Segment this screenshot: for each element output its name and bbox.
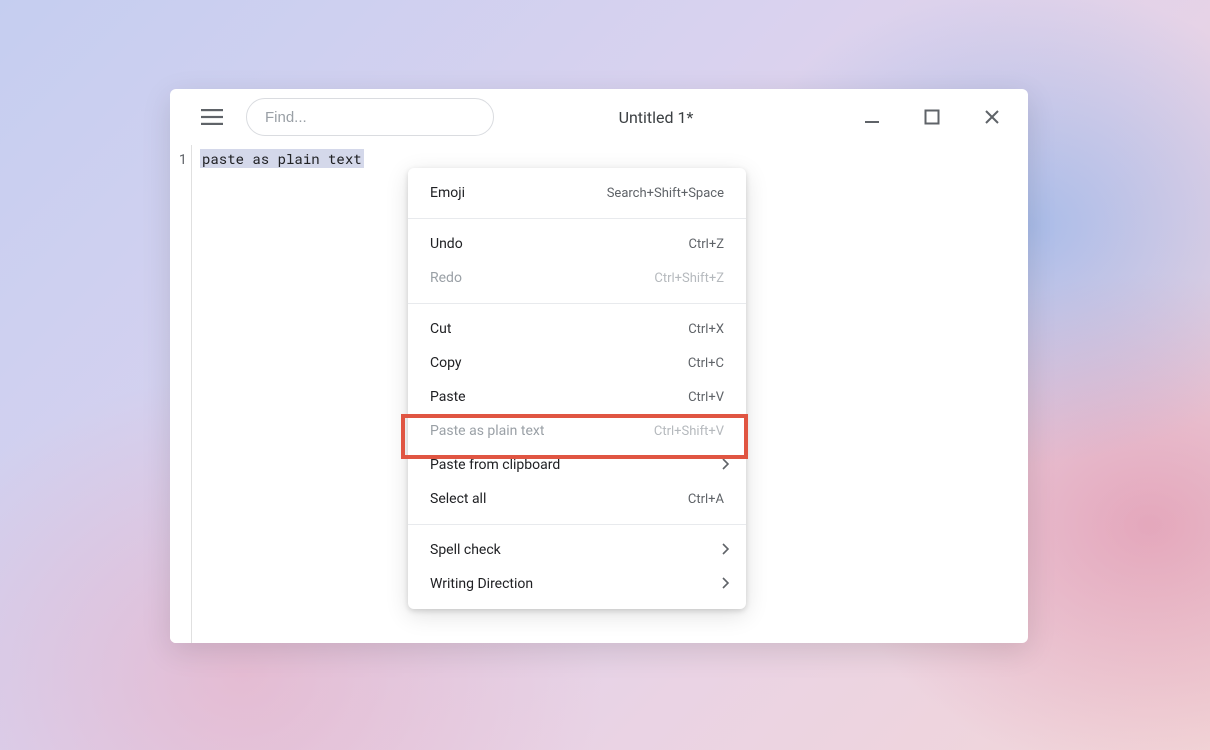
chevron-right-icon — [722, 543, 730, 558]
menu-item-cut[interactable]: Cut Ctrl+X — [408, 312, 746, 346]
menu-group: Spell check Writing Direction — [408, 524, 746, 609]
menu-item-writing-direction[interactable]: Writing Direction — [408, 567, 746, 601]
chevron-right-icon — [722, 458, 730, 473]
search-input[interactable] — [246, 98, 494, 136]
close-button[interactable] — [978, 103, 1006, 131]
menu-item-shortcut: Ctrl+Shift+V — [654, 424, 724, 439]
menu-item-copy[interactable]: Copy Ctrl+C — [408, 346, 746, 380]
menu-item-shortcut: Ctrl+X — [688, 322, 724, 337]
menu-item-select-all[interactable]: Select all Ctrl+A — [408, 482, 746, 516]
menu-item-shortcut: Ctrl+V — [688, 390, 724, 405]
hamburger-icon — [201, 109, 223, 125]
menu-item-label: Paste from clipboard — [430, 457, 560, 473]
menu-item-label: Writing Direction — [430, 576, 533, 592]
menu-item-label: Paste as plain text — [430, 423, 544, 439]
minimize-button[interactable] — [858, 103, 886, 131]
window-title: Untitled 1* — [508, 108, 844, 127]
menu-item-shortcut: Ctrl+Z — [689, 237, 724, 252]
menu-item-emoji[interactable]: Emoji Search+Shift+Space — [408, 176, 746, 210]
line-number: 1 — [170, 149, 187, 168]
selected-text[interactable]: paste as plain text — [200, 149, 364, 168]
menu-item-paste-as-plain-text: Paste as plain text Ctrl+Shift+V — [408, 414, 746, 448]
menu-item-paste-from-clipboard[interactable]: Paste from clipboard — [408, 448, 746, 482]
line-gutter: 1 — [170, 145, 192, 643]
chevron-right-icon — [722, 577, 730, 592]
menu-item-label: Copy — [430, 355, 462, 371]
window-controls — [858, 103, 1014, 131]
titlebar: Untitled 1* — [170, 89, 1028, 145]
minimize-icon — [864, 109, 880, 125]
menu-item-label: Cut — [430, 321, 451, 337]
menu-item-shortcut: Ctrl+A — [688, 492, 724, 507]
menu-item-paste[interactable]: Paste Ctrl+V — [408, 380, 746, 414]
close-icon — [984, 109, 1000, 125]
maximize-icon — [924, 109, 940, 125]
menu-group: Emoji Search+Shift+Space — [408, 168, 746, 218]
maximize-button[interactable] — [918, 103, 946, 131]
menu-item-shortcut: Ctrl+Shift+Z — [654, 271, 724, 286]
menu-group: Undo Ctrl+Z Redo Ctrl+Shift+Z — [408, 218, 746, 303]
menu-item-shortcut: Ctrl+C — [688, 356, 724, 371]
context-menu: Emoji Search+Shift+Space Undo Ctrl+Z Redo Ctr… — [408, 168, 746, 609]
menu-item-spell-check[interactable]: Spell check — [408, 533, 746, 567]
menu-item-label: Emoji — [430, 185, 465, 201]
menu-item-label: Select all — [430, 491, 486, 507]
menu-item-label: Paste — [430, 389, 466, 405]
menu-item-redo: Redo Ctrl+Shift+Z — [408, 261, 746, 295]
menu-item-shortcut: Search+Shift+Space — [607, 186, 724, 201]
menu-item-label: Undo — [430, 236, 463, 252]
menu-item-undo[interactable]: Undo Ctrl+Z — [408, 227, 746, 261]
menu-item-label: Redo — [430, 270, 462, 286]
menu-item-label: Spell check — [430, 542, 501, 558]
menu-button[interactable] — [192, 97, 232, 137]
menu-group: Cut Ctrl+X Copy Ctrl+C Paste Ctrl+V Paste as p… — [408, 303, 746, 524]
